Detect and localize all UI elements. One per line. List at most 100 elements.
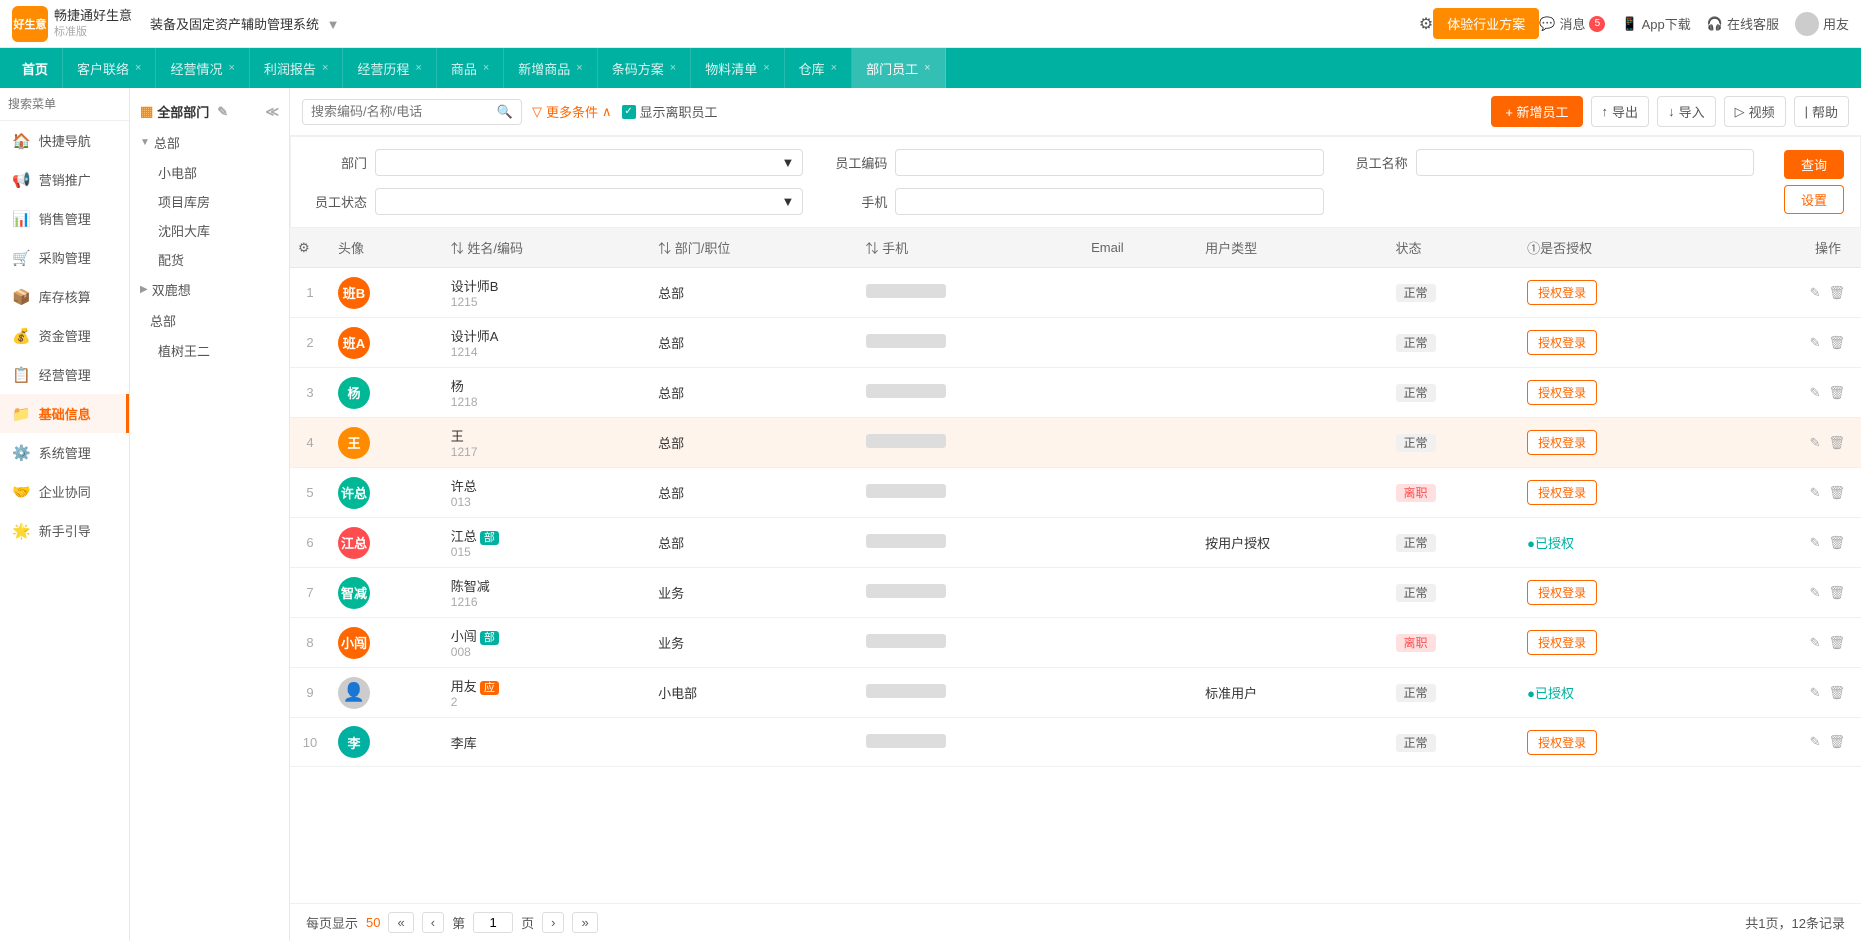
- page-input[interactable]: [473, 912, 513, 933]
- dept-edit-icon[interactable]: ✎: [217, 104, 228, 120]
- edit-icon[interactable]: ✎: [1810, 535, 1821, 551]
- tab-customer[interactable]: 客户联络 ×: [63, 48, 156, 88]
- last-page-button[interactable]: »: [572, 912, 597, 933]
- sidebar-item-sales[interactable]: 📊 销售管理: [0, 199, 129, 238]
- sidebar-item-inventory[interactable]: 📦 库存核算: [0, 277, 129, 316]
- tab-add-goods[interactable]: 新增商品 ×: [504, 48, 597, 88]
- delete-icon[interactable]: 🗑: [1828, 635, 1845, 651]
- auth-login-button[interactable]: 授权登录: [1527, 380, 1597, 405]
- delete-icon[interactable]: 🗑: [1828, 435, 1845, 451]
- auth-login-button[interactable]: 授权登录: [1527, 580, 1597, 605]
- sidebar-item-basic-info[interactable]: 📁 基础信息: [0, 394, 129, 433]
- col-dept[interactable]: ⇅ 部门/职位: [650, 228, 857, 268]
- prev-page-button[interactable]: ‹: [422, 912, 444, 933]
- tab-close-icon[interactable]: ×: [670, 62, 676, 74]
- edit-icon[interactable]: ✎: [1810, 435, 1821, 451]
- sidebar-item-collab[interactable]: 🤝 企业协同: [0, 472, 129, 511]
- service-button[interactable]: 🎧 在线客服: [1707, 14, 1779, 33]
- show-resigned-toggle[interactable]: ✓ 显示离职员工: [622, 102, 718, 121]
- tab-home[interactable]: 首页: [8, 48, 63, 88]
- tab-bom[interactable]: 物料清单 ×: [691, 48, 784, 88]
- sidebar-item-finance[interactable]: 💰 资金管理: [0, 316, 129, 355]
- video-button[interactable]: ▷ 视频: [1724, 96, 1786, 127]
- tab-close-icon[interactable]: ×: [483, 62, 489, 74]
- edit-icon[interactable]: ✎: [1810, 335, 1821, 351]
- next-page-button[interactable]: ›: [542, 912, 564, 933]
- dept-item-distribution[interactable]: 配货: [130, 245, 289, 274]
- sidebar-item-system[interactable]: ⚙️ 系统管理: [0, 433, 129, 472]
- dept-item-xiaodian[interactable]: 小电部: [130, 158, 289, 187]
- delete-icon[interactable]: 🗑: [1828, 385, 1845, 401]
- export-button[interactable]: ↑ 导出: [1591, 96, 1650, 127]
- tab-close-icon[interactable]: ×: [924, 62, 930, 74]
- dept-item-shenyang[interactable]: 沈阳大库: [130, 216, 289, 245]
- auth-login-button[interactable]: 授权登录: [1527, 430, 1597, 455]
- col-phone[interactable]: ⇅ 手机: [858, 228, 1084, 268]
- tab-warehouse[interactable]: 仓库 ×: [785, 48, 852, 88]
- add-employee-button[interactable]: + 新增员工: [1491, 96, 1582, 127]
- col-settings[interactable]: ⚙: [290, 228, 330, 268]
- delete-icon[interactable]: 🗑: [1828, 485, 1845, 501]
- tab-goods[interactable]: 商品 ×: [437, 48, 504, 88]
- search-input[interactable]: [311, 104, 493, 119]
- sidebar-item-purchase[interactable]: 🛒 采购管理: [0, 238, 129, 277]
- help-button[interactable]: | 帮助: [1794, 96, 1849, 127]
- delete-icon[interactable]: 🗑: [1828, 285, 1845, 301]
- dept-item-headquarters[interactable]: 总部: [130, 305, 289, 336]
- user-menu[interactable]: 用友: [1795, 12, 1849, 36]
- auth-login-button[interactable]: 授权登录: [1527, 280, 1597, 305]
- auth-login-button[interactable]: 授权登录: [1527, 480, 1597, 505]
- delete-icon[interactable]: 🗑: [1828, 585, 1845, 601]
- app-download-button[interactable]: 📱 App下载: [1621, 14, 1690, 33]
- delete-icon[interactable]: 🗑: [1828, 734, 1845, 750]
- first-page-button[interactable]: «: [388, 912, 413, 933]
- tab-close-icon[interactable]: ×: [831, 62, 837, 74]
- tab-operations[interactable]: 经营情况 ×: [156, 48, 249, 88]
- empcode-filter-input[interactable]: [895, 149, 1323, 176]
- more-filter-button[interactable]: ▽ 更多条件 ∧: [532, 102, 612, 121]
- message-button[interactable]: 💬 消息 5: [1539, 14, 1605, 33]
- auth-login-button[interactable]: 授权登录: [1527, 730, 1597, 755]
- dropdown-arrow-icon[interactable]: ▼: [327, 17, 340, 32]
- dept-item-project[interactable]: 项目库房: [130, 187, 289, 216]
- edit-icon[interactable]: ✎: [1810, 635, 1821, 651]
- col-name-code[interactable]: ⇅ 姓名/编码: [443, 228, 650, 268]
- sidebar-item-guide[interactable]: 🌟 新手引导: [0, 511, 129, 550]
- dept-item-planting[interactable]: 植树王二: [130, 336, 289, 365]
- edit-icon[interactable]: ✎: [1810, 285, 1821, 301]
- sidebar-item-marketing[interactable]: 📢 营销推广: [0, 160, 129, 199]
- delete-icon[interactable]: 🗑: [1828, 335, 1845, 351]
- sidebar-search-input[interactable]: [8, 97, 130, 111]
- dept-group-general-header[interactable]: ▼ 总部: [130, 127, 289, 158]
- tab-history[interactable]: 经营历程 ×: [343, 48, 436, 88]
- edit-icon[interactable]: ✎: [1810, 734, 1821, 750]
- tab-employees[interactable]: 部门员工 ×: [852, 48, 945, 88]
- dept-collapse-icon[interactable]: ≪: [265, 104, 279, 120]
- edit-icon[interactable]: ✎: [1810, 485, 1821, 501]
- auth-login-button[interactable]: 授权登录: [1527, 330, 1597, 355]
- edit-icon[interactable]: ✎: [1810, 585, 1821, 601]
- delete-icon[interactable]: 🗑: [1828, 535, 1845, 551]
- tab-close-icon[interactable]: ×: [228, 62, 234, 74]
- import-button[interactable]: ↓ 导入: [1657, 96, 1716, 127]
- auth-login-button[interactable]: 授权登录: [1527, 630, 1597, 655]
- tab-profit[interactable]: 利润报告 ×: [250, 48, 343, 88]
- tab-barcode[interactable]: 条码方案 ×: [598, 48, 691, 88]
- tab-close-icon[interactable]: ×: [322, 62, 328, 74]
- tab-close-icon[interactable]: ×: [135, 62, 141, 74]
- status-filter-select[interactable]: ▼: [375, 188, 803, 215]
- dept-filter-select[interactable]: ▼: [375, 149, 803, 176]
- edit-icon[interactable]: ✎: [1810, 685, 1821, 701]
- trial-button[interactable]: 体验行业方案: [1433, 8, 1539, 39]
- delete-icon[interactable]: 🗑: [1828, 685, 1845, 701]
- settings-icon[interactable]: ⚙: [1419, 14, 1433, 34]
- set-button[interactable]: 设置: [1784, 185, 1844, 214]
- tab-close-icon[interactable]: ×: [763, 62, 769, 74]
- dept-group-shuanglu-header[interactable]: ▶ 双鹿想: [130, 274, 289, 305]
- tab-close-icon[interactable]: ×: [415, 62, 421, 74]
- tab-close-icon[interactable]: ×: [576, 62, 582, 74]
- edit-icon[interactable]: ✎: [1810, 385, 1821, 401]
- sidebar-item-navigation[interactable]: 🏠 快捷导航: [0, 121, 129, 160]
- empname-filter-input[interactable]: [1416, 149, 1754, 176]
- sidebar-item-operations[interactable]: 📋 经营管理: [0, 355, 129, 394]
